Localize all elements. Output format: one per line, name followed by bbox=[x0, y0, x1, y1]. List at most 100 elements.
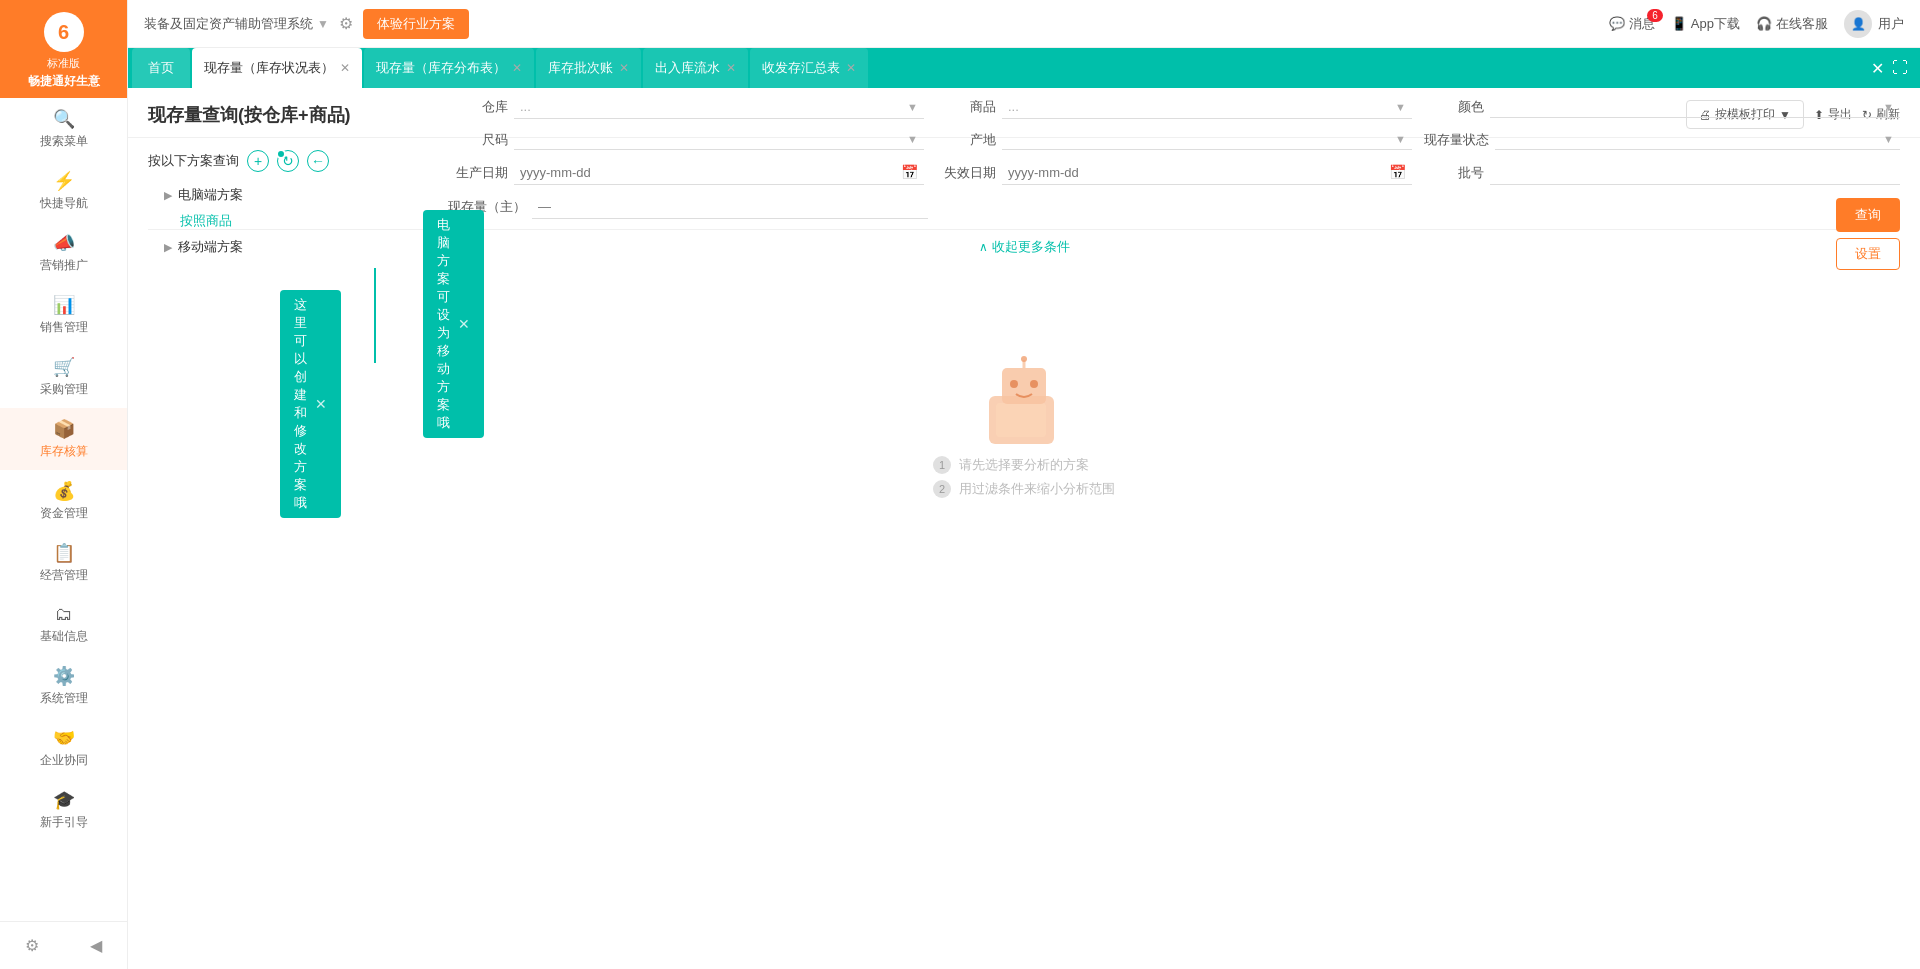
svg-rect-1 bbox=[996, 403, 1046, 437]
tab-home[interactable]: 首页 bbox=[132, 48, 190, 88]
search-button[interactable]: 查询 bbox=[1836, 198, 1900, 232]
sidebar-item-marketing[interactable]: 📣 营销推广 bbox=[0, 222, 127, 284]
tab-receive-summary-close[interactable]: ✕ bbox=[846, 61, 856, 75]
expire-date-input[interactable] bbox=[1008, 165, 1385, 180]
tab-receive-summary[interactable]: 收发存汇总表 ✕ bbox=[750, 48, 868, 88]
gear-icon[interactable]: ⚙ bbox=[339, 14, 353, 33]
tab-inventory-dist[interactable]: 现存量（库存分布表） ✕ bbox=[364, 48, 534, 88]
empty-step-2: 2 用过滤条件来缩小分析范围 bbox=[933, 480, 1115, 498]
tab-inventory-dist-label: 现存量（库存分布表） bbox=[376, 59, 506, 77]
sidebar-item-label: 经营管理 bbox=[40, 567, 88, 584]
reset-button[interactable]: 设置 bbox=[1836, 238, 1900, 270]
tab-inout-flow-close[interactable]: ✕ bbox=[726, 61, 736, 75]
tab-inventory-dist-close[interactable]: ✕ bbox=[512, 61, 522, 75]
chevron-down-icon: ▼ bbox=[907, 133, 918, 145]
tab-receive-summary-label: 收发存汇总表 bbox=[762, 59, 840, 77]
add-scheme-button[interactable]: + bbox=[247, 150, 269, 172]
sidebar-collapse-button[interactable]: ◀ bbox=[86, 932, 106, 959]
message-button[interactable]: 💬 消息 6 bbox=[1609, 15, 1655, 33]
step-num-2: 2 bbox=[933, 480, 951, 498]
connector-line-2 bbox=[374, 323, 376, 363]
batch-input[interactable] bbox=[1490, 161, 1900, 185]
filter-field-batch: 批号 bbox=[1424, 161, 1900, 185]
filter-label: 按以下方案查询 bbox=[148, 152, 239, 170]
search-icon: 🔍 bbox=[53, 108, 75, 130]
plan-button[interactable]: 体验行业方案 bbox=[363, 9, 469, 39]
stock-status-select[interactable]: ▼ bbox=[1495, 129, 1900, 150]
user-menu[interactable]: 👤 用户 bbox=[1844, 10, 1904, 38]
finance-icon: 💰 bbox=[53, 480, 75, 502]
sidebar-item-newbie[interactable]: 🎓 新手引导 bbox=[0, 779, 127, 841]
arrow-scheme-button[interactable]: ← bbox=[307, 150, 329, 172]
tab-home-label: 首页 bbox=[148, 59, 174, 77]
tooltip-1-close[interactable]: ✕ bbox=[458, 316, 470, 332]
tabbar-actions: ✕ ⛶ bbox=[1871, 59, 1916, 78]
origin-select[interactable]: ▼ bbox=[1002, 129, 1412, 150]
filter-row-4: 现存量（主） bbox=[448, 195, 1900, 219]
sidebar-settings-button[interactable]: ⚙ bbox=[21, 932, 43, 959]
sidebar-item-basic[interactable]: 🗂 基础信息 bbox=[0, 594, 127, 655]
newbie-icon: 🎓 bbox=[53, 789, 75, 811]
empty-step-1: 1 请先选择要分析的方案 bbox=[933, 456, 1115, 474]
chevron-up-icon: ∧ bbox=[979, 240, 988, 254]
page-title: 现存量查询(按仓库+商品) bbox=[148, 103, 351, 127]
collapse-bar[interactable]: ∧ 收起更多条件 bbox=[148, 229, 1900, 264]
online-service-button[interactable]: 🎧 在线客服 bbox=[1756, 15, 1828, 33]
sidebar-item-operation[interactable]: 📋 经营管理 bbox=[0, 532, 127, 594]
calendar-icon[interactable]: 📅 bbox=[1389, 164, 1406, 180]
tab-inventory-status-close[interactable]: ✕ bbox=[340, 61, 350, 75]
sidebar-item-search[interactable]: 🔍 搜索菜单 bbox=[0, 98, 127, 160]
empty-state: 1 请先选择要分析的方案 2 用过滤条件来缩小分析范围 bbox=[128, 276, 1920, 544]
phone-icon: 📱 bbox=[1671, 16, 1687, 31]
user-avatar: 👤 bbox=[1844, 10, 1872, 38]
system-selector[interactable]: 装备及固定资产辅助管理系统 ▼ bbox=[144, 15, 329, 33]
sidebar-item-coop[interactable]: 🤝 企业协同 bbox=[0, 717, 127, 779]
size-select[interactable]: ▼ bbox=[514, 129, 924, 150]
expire-date-field: 📅 bbox=[1002, 160, 1412, 185]
tooltip-2-close[interactable]: ✕ bbox=[315, 396, 327, 412]
sidebar-item-quicknav[interactable]: ⚡ 快捷导航 bbox=[0, 160, 127, 222]
tab-inventory-status[interactable]: 现存量（库存状况表） ✕ bbox=[192, 48, 362, 88]
stock-qty-min-input[interactable] bbox=[532, 195, 928, 219]
connector-line-1 bbox=[374, 268, 376, 323]
svg-rect-2 bbox=[1002, 368, 1046, 404]
sidebar-item-label: 新手引导 bbox=[40, 814, 88, 831]
filter-field-origin: 产地 ▼ bbox=[936, 129, 1412, 150]
prod-date-input[interactable] bbox=[520, 165, 897, 180]
expand-button[interactable]: ⛶ bbox=[1892, 59, 1908, 77]
refresh-scheme-button[interactable]: ↻ bbox=[277, 150, 299, 172]
chevron-down-icon: ▼ bbox=[1883, 133, 1894, 145]
close-all-tabs-button[interactable]: ✕ bbox=[1871, 59, 1884, 78]
calendar-icon[interactable]: 📅 bbox=[901, 164, 918, 180]
message-icon: 💬 bbox=[1609, 16, 1625, 31]
collapse-label: 收起更多条件 bbox=[992, 238, 1070, 256]
empty-state-icon bbox=[974, 356, 1074, 446]
tooltip-2-text: 这里可以创建和修改方案哦 bbox=[294, 296, 307, 512]
sidebar-item-label: 快捷导航 bbox=[40, 195, 88, 212]
sidebar-item-finance[interactable]: 💰 资金管理 bbox=[0, 470, 127, 532]
empty-steps: 1 请先选择要分析的方案 2 用过滤条件来缩小分析范围 bbox=[933, 456, 1115, 504]
sidebar-item-sales[interactable]: 📊 销售管理 bbox=[0, 284, 127, 346]
sidebar-item-system[interactable]: ⚙️ 系统管理 bbox=[0, 655, 127, 717]
tab-batch-ledger[interactable]: 库存批次账 ✕ bbox=[536, 48, 641, 88]
basic-icon: 🗂 bbox=[55, 604, 73, 625]
filter-field-prod-date: 生产日期 📅 bbox=[448, 160, 924, 185]
logo-icon: 6 bbox=[44, 12, 84, 52]
prod-date-field: 📅 bbox=[514, 160, 924, 185]
expand-arrow-icon: ▶ bbox=[164, 189, 172, 202]
tab-inout-flow[interactable]: 出入库流水 ✕ bbox=[643, 48, 748, 88]
color-select[interactable]: ▼ bbox=[1490, 97, 1900, 118]
tooltip-1-text: 电脑方案可设为移动方案哦 bbox=[437, 216, 450, 432]
product-select[interactable]: ... ▼ bbox=[1002, 95, 1412, 119]
chevron-down-icon: ▼ bbox=[907, 101, 918, 113]
sidebar-bottom: ⚙ ◀ bbox=[0, 921, 127, 969]
sidebar: 6 标准版 畅捷通好生意 🔍 搜索菜单 ⚡ 快捷导航 📣 营销推广 📊 销售管理… bbox=[0, 0, 128, 969]
sidebar-item-purchase[interactable]: 🛒 采购管理 bbox=[0, 346, 127, 408]
origin-label: 产地 bbox=[936, 131, 996, 149]
dot-indicator bbox=[276, 149, 286, 159]
stock-status-label: 现存量状态 bbox=[1424, 131, 1489, 149]
tab-batch-ledger-close[interactable]: ✕ bbox=[619, 61, 629, 75]
warehouse-select[interactable]: ... ▼ bbox=[514, 95, 924, 119]
app-download-button[interactable]: 📱 App下载 bbox=[1671, 15, 1740, 33]
sidebar-item-inventory[interactable]: 📦 库存核算 bbox=[0, 408, 127, 470]
